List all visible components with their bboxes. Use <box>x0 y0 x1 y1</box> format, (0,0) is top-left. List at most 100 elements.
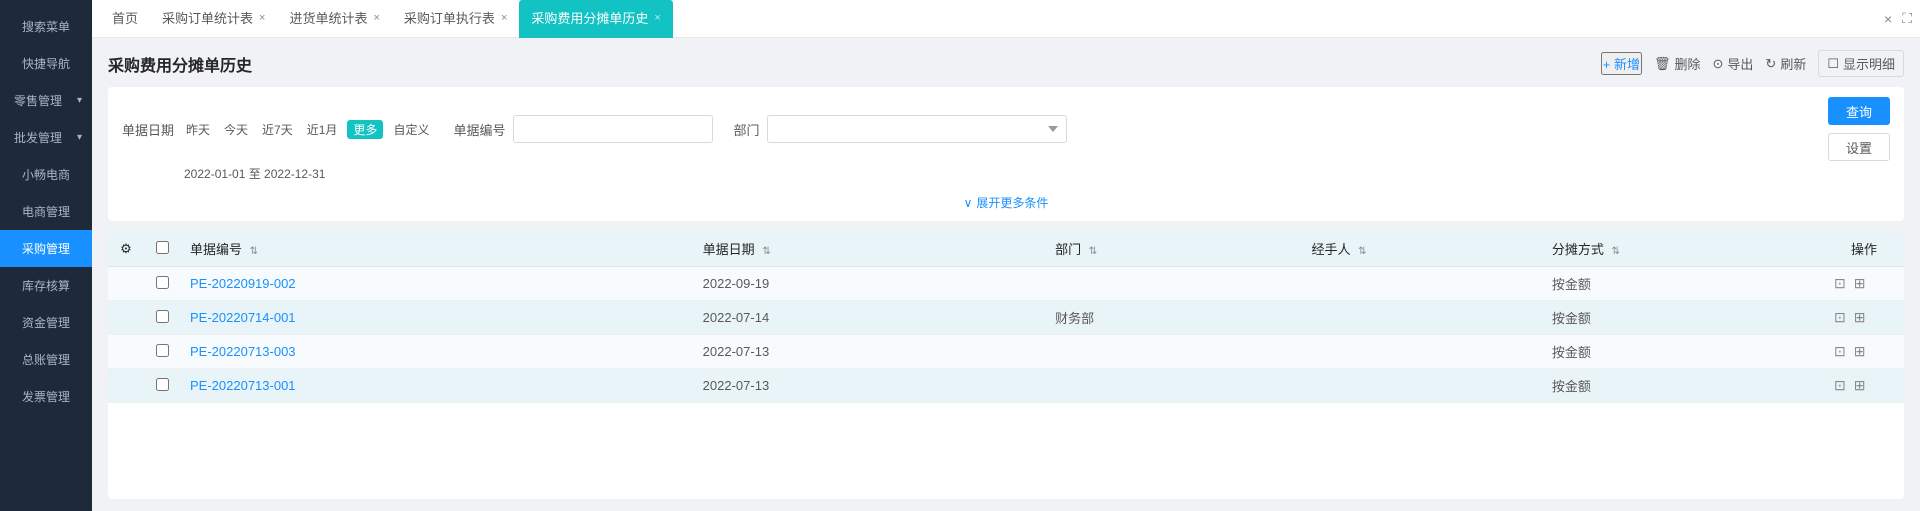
filter-today[interactable]: 今天 <box>220 120 252 139</box>
row-checkbox-cell <box>144 335 180 369</box>
tab-close-icon[interactable]: × <box>373 12 379 24</box>
filter-more[interactable]: 更多 <box>347 120 383 139</box>
row-checkbox[interactable] <box>156 378 169 391</box>
row-more-icon[interactable]: ⊞ <box>1854 377 1866 394</box>
checkbox-icon: ☐ <box>1827 56 1839 72</box>
row-no-link[interactable]: PE-20220714-001 <box>190 310 296 325</box>
tab-purchase-cost-history[interactable]: 采购费用分摊单历史 × <box>519 0 672 38</box>
row-checkbox-cell <box>144 301 180 335</box>
col-header-dept: 部门 ⇅ <box>1045 231 1301 267</box>
main-area: 首页 采购订单统计表 × 进货单统计表 × 采购订单执行表 × 采购费用分摊单历… <box>92 0 1920 511</box>
row-no-link[interactable]: PE-20220919-002 <box>190 276 296 291</box>
tab-close-icon[interactable]: × <box>501 12 507 24</box>
row-actions: ⊡ ⊞ <box>1824 335 1904 369</box>
row-no: PE-20220919-002 <box>180 267 693 301</box>
filter-1month[interactable]: 近1月 <box>303 120 342 139</box>
sidebar-item-finance[interactable]: 资金管理 <box>0 304 92 341</box>
sidebar-item-label: 资金管理 <box>22 314 70 331</box>
tab-stock-stats[interactable]: 进货单统计表 × <box>277 0 391 38</box>
row-more-icon[interactable]: ⊞ <box>1854 309 1866 326</box>
sidebar-item-search[interactable]: 搜索菜单 <box>0 8 92 45</box>
row-no-link[interactable]: PE-20220713-003 <box>190 344 296 359</box>
col-header-method: 分摊方式 ⇅ <box>1542 231 1824 267</box>
tab-close-icon[interactable]: × <box>259 12 265 24</box>
data-table: ⚙ 单据编号 ⇅ 单据日期 ⇅ <box>108 231 1904 403</box>
search-button[interactable]: 查询 <box>1828 97 1890 125</box>
filter-7days[interactable]: 近7天 <box>258 120 297 139</box>
filter-yesterday[interactable]: 昨天 <box>182 120 214 139</box>
row-person <box>1301 301 1541 335</box>
sidebar-item-invoice[interactable]: 发票管理 <box>0 378 92 415</box>
filter-date-label: 单据日期 <box>122 120 174 139</box>
table-row: PE-20220713-001 2022-07-13 按金额 ⊡ ⊞ <box>108 369 1904 403</box>
filter-docno-input[interactable] <box>513 115 713 143</box>
sidebar-item-ledger[interactable]: 总账管理 <box>0 341 92 378</box>
sidebar-item-wholesale[interactable]: 批发管理 ▾ <box>0 119 92 156</box>
sort-icon[interactable]: ⇅ <box>762 246 770 257</box>
row-method: 按金额 <box>1542 301 1824 335</box>
sort-icon[interactable]: ⇅ <box>250 246 258 257</box>
row-checkbox-cell <box>144 369 180 403</box>
sidebar-item-label: 批发管理 <box>14 129 62 146</box>
col-header-person: 经手人 ⇅ <box>1301 231 1541 267</box>
settings-button[interactable]: 设置 <box>1828 133 1890 161</box>
close-tabs-icon[interactable]: × <box>1884 11 1892 27</box>
sort-icon[interactable]: ⇅ <box>1358 246 1366 257</box>
row-actions: ⊡ ⊞ <box>1824 267 1904 301</box>
row-checkbox[interactable] <box>156 344 169 357</box>
row-dept <box>1045 267 1301 301</box>
sidebar-item-retail[interactable]: 零售管理 ▾ <box>0 82 92 119</box>
add-button[interactable]: + 新增 <box>1601 52 1642 75</box>
col-checkbox <box>144 231 180 267</box>
table-header-row: ⚙ 单据编号 ⇅ 单据日期 ⇅ <box>108 231 1904 267</box>
table-row: PE-20220713-003 2022-07-13 按金额 ⊡ ⊞ <box>108 335 1904 369</box>
filter-row-main: 单据日期 昨天 今天 近7天 近1月 更多 自定义 单据编号 <box>122 97 1890 161</box>
delete-button[interactable]: 🗑 删除 <box>1654 54 1701 73</box>
row-setting <box>108 369 144 403</box>
export-icon: ⊙ <box>1712 56 1723 72</box>
sidebar-item-ecommerce[interactable]: 电商管理 <box>0 193 92 230</box>
sidebar-item-purchase[interactable]: 采购管理 <box>0 230 92 267</box>
sidebar-item-inventory[interactable]: 库存核算 <box>0 267 92 304</box>
filter-custom[interactable]: 自定义 <box>389 120 433 139</box>
show-col-button[interactable]: ☐ 显示明细 <box>1818 50 1904 77</box>
row-more-icon[interactable]: ⊞ <box>1854 343 1866 360</box>
tab-home[interactable]: 首页 <box>100 0 150 38</box>
row-method: 按金额 <box>1542 369 1824 403</box>
row-view-icon[interactable]: ⊡ <box>1834 377 1846 394</box>
expand-filter-button[interactable]: ∨ 展开更多条件 <box>964 194 1049 211</box>
col-header-op: 操作 <box>1824 231 1904 267</box>
sidebar-item-ecommerce-small[interactable]: 小畅电商 <box>0 156 92 193</box>
row-no: PE-20220714-001 <box>180 301 693 335</box>
row-no-link[interactable]: PE-20220713-001 <box>190 378 296 393</box>
row-checkbox[interactable] <box>156 276 169 289</box>
expand-icon: ∨ <box>964 196 973 210</box>
refresh-button[interactable]: ↻ 刷新 <box>1765 54 1806 73</box>
tab-close-icon[interactable]: × <box>654 12 660 24</box>
sidebar-item-label: 发票管理 <box>22 388 70 405</box>
filter-dept-select[interactable] <box>767 115 1067 143</box>
sidebar-item-label: 搜索菜单 <box>22 18 70 35</box>
export-button[interactable]: ⊙ 导出 <box>1712 54 1753 73</box>
filter-dept-group: 部门 <box>733 115 1808 143</box>
fullscreen-icon[interactable]: ⛶ <box>1902 10 1912 27</box>
settings-icon[interactable]: ⚙ <box>120 241 132 256</box>
row-more-icon[interactable]: ⊞ <box>1854 275 1866 292</box>
select-all-checkbox[interactable] <box>156 241 169 254</box>
row-view-icon[interactable]: ⊡ <box>1834 309 1846 326</box>
sort-icon[interactable]: ⇅ <box>1612 246 1620 257</box>
data-table-container: ⚙ 单据编号 ⇅ 单据日期 ⇅ <box>108 231 1904 499</box>
row-checkbox[interactable] <box>156 310 169 323</box>
tab-purchase-exec[interactable]: 采购订单执行表 × <box>392 0 519 38</box>
row-view-icon[interactable]: ⊡ <box>1834 275 1846 292</box>
row-actions: ⊡ ⊞ <box>1824 301 1904 335</box>
content-area: 采购费用分摊单历史 + 新增 🗑 删除 ⊙ 导出 ↻ 刷新 ☐ 显示明细 <box>92 38 1920 511</box>
tab-purchase-order-stats[interactable]: 采购订单统计表 × <box>150 0 277 38</box>
filter-date-range: 2022-01-01 至 2022-12-31 <box>184 167 325 181</box>
sidebar-item-label: 小畅电商 <box>22 166 70 183</box>
row-actions: ⊡ ⊞ <box>1824 369 1904 403</box>
page-title: 采购费用分摊单历史 <box>108 52 252 76</box>
row-view-icon[interactable]: ⊡ <box>1834 343 1846 360</box>
sort-icon[interactable]: ⇅ <box>1089 246 1097 257</box>
sidebar-item-quicknav[interactable]: 快捷导航 <box>0 45 92 82</box>
